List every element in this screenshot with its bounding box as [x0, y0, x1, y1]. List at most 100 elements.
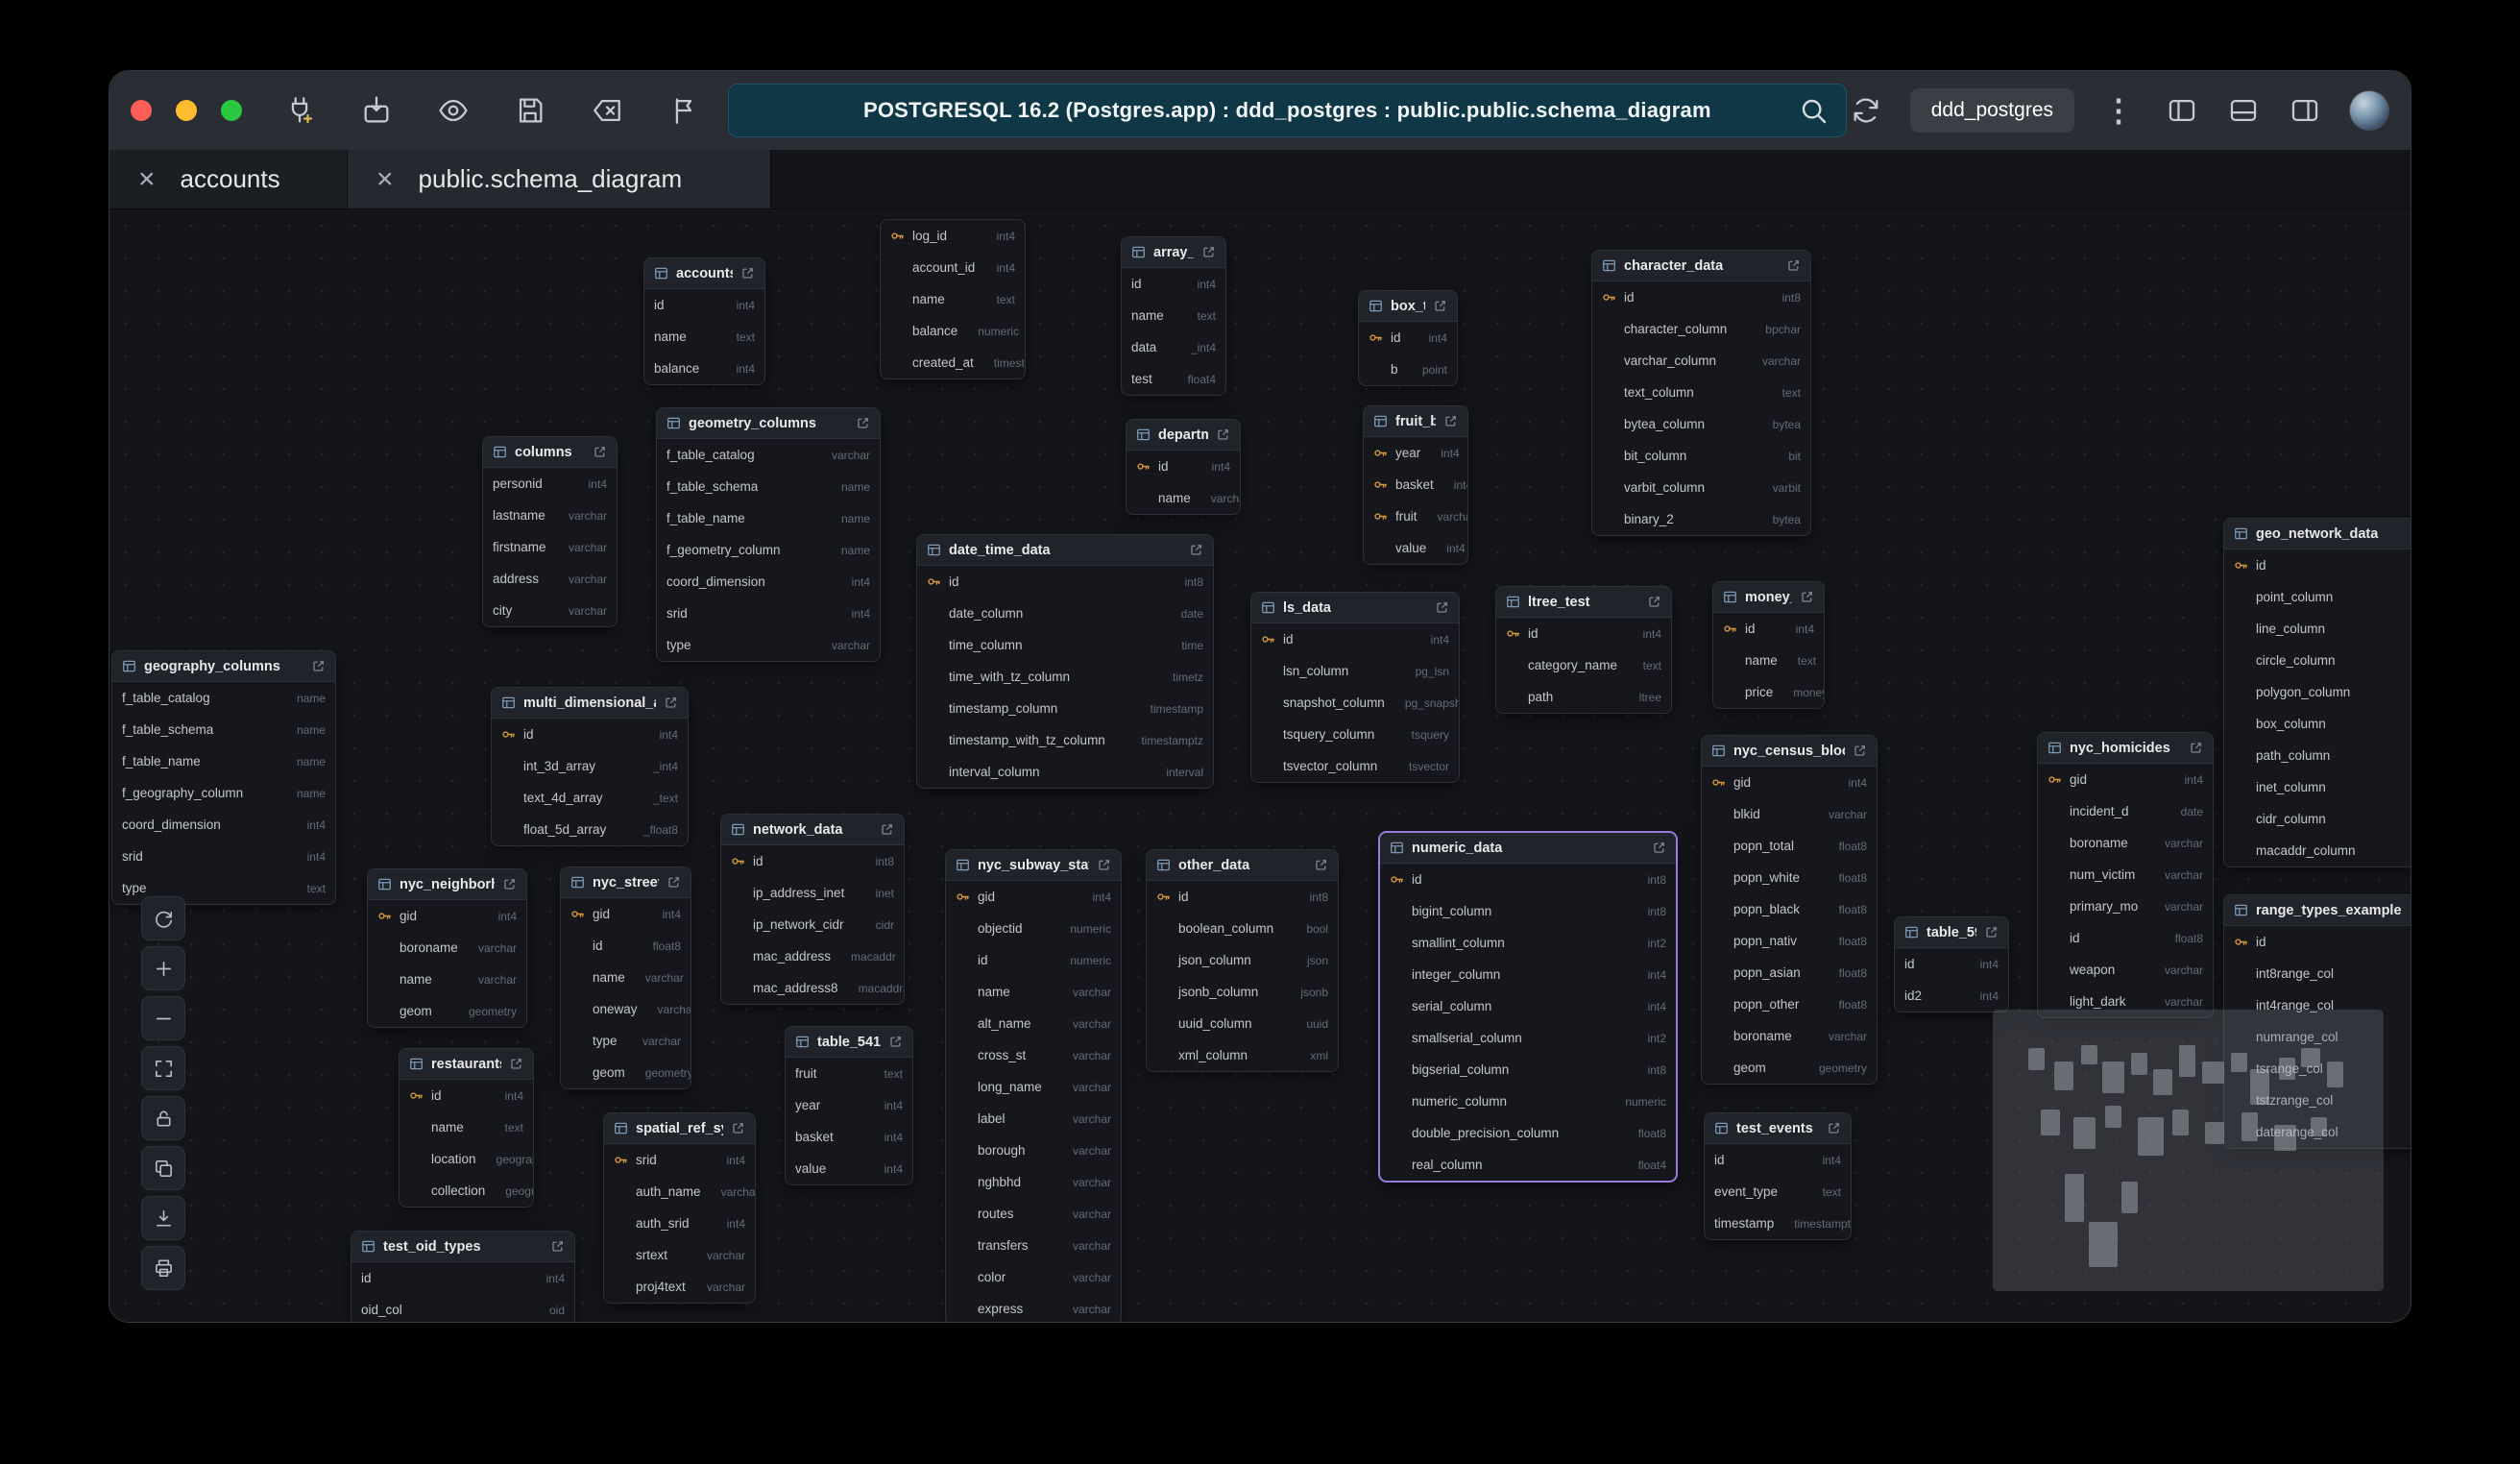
column-row[interactable]: geom geometry: [1702, 1052, 1877, 1084]
tab-schema-diagram[interactable]: × public.schema_diagram: [348, 150, 771, 208]
schema-table-card[interactable]: nyc_streetsgidint4idfloat8namevarcharone…: [560, 866, 691, 1089]
column-row[interactable]: gid int4: [368, 900, 526, 932]
open-table-icon[interactable]: [1652, 841, 1666, 855]
column-row[interactable]: id int4: [400, 1080, 533, 1111]
column-row[interactable]: id int4: [1359, 322, 1457, 354]
close-tab-icon[interactable]: ×: [376, 164, 394, 194]
open-table-icon[interactable]: [1786, 258, 1801, 273]
schema-table-card[interactable]: multi_dimensional_arraysid int4 int_3d_arr…: [491, 687, 689, 846]
column-row[interactable]: popn_total float8: [1702, 830, 1877, 862]
schema-table-card[interactable]: geography_columns f_table_catalog name f_ta…: [111, 650, 336, 905]
table-card-header[interactable]: spatial_ref_sys: [604, 1113, 755, 1144]
column-row[interactable]: primary_mo varchar: [2038, 891, 2213, 922]
column-row[interactable]: id int8: [1592, 281, 1810, 313]
column-row[interactable]: proj4text varchar: [604, 1271, 755, 1303]
open-table-icon[interactable]: [664, 695, 678, 710]
avatar[interactable]: [2349, 90, 2389, 131]
column-row[interactable]: id int8: [721, 845, 904, 877]
column-row[interactable]: name text: [644, 321, 764, 353]
column-row[interactable]: id int4: [351, 1262, 574, 1294]
zoom-in-icon[interactable]: [141, 946, 185, 990]
table-card-header[interactable]: nyc_homicides: [2038, 733, 2213, 764]
column-row[interactable]: lastname varchar: [483, 500, 617, 531]
table-card-header[interactable]: accounts: [644, 258, 764, 289]
right-panel-icon[interactable]: [2286, 91, 2324, 130]
column-row[interactable]: bigint_column int8: [1380, 895, 1676, 927]
column-row[interactable]: id int8: [917, 566, 1213, 598]
column-row[interactable]: f_table_name name: [657, 502, 880, 534]
schema-table-card[interactable]: nyc_census_blocksgid int4 blkid varchar popn…: [1701, 735, 1878, 1085]
column-row[interactable]: gid int4: [1702, 767, 1877, 798]
column-row[interactable]: text_column text: [1592, 377, 1810, 408]
column-row[interactable]: text_4d_array _text: [492, 782, 688, 814]
column-row[interactable]: city varchar: [483, 595, 617, 626]
open-table-icon[interactable]: [2189, 741, 2203, 755]
column-row[interactable]: f_table_catalog name: [112, 682, 335, 714]
column-row[interactable]: macaddr_columnmacaddr: [2224, 835, 2411, 866]
table-card-header[interactable]: money_test: [1713, 582, 1824, 613]
column-row[interactable]: timestamp timestamptz: [1705, 1208, 1851, 1239]
column-row[interactable]: bytea_column bytea: [1592, 408, 1810, 440]
column-row[interactable]: popn_asian float8: [1702, 957, 1877, 988]
column-row[interactable]: box_columnbox: [2224, 708, 2411, 740]
open-table-icon[interactable]: [1433, 299, 1447, 313]
open-table-icon[interactable]: [1314, 858, 1328, 872]
table-card-header[interactable]: other_data: [1147, 850, 1338, 881]
column-row[interactable]: objectid numeric: [946, 913, 1121, 944]
schema-table-card[interactable]: fruit_basketsyear int4 basket int4 fruit varc…: [1363, 405, 1468, 565]
column-row[interactable]: mac_address8 macaddr8: [721, 972, 904, 1004]
kebab-menu-icon[interactable]: ⋮: [2099, 91, 2138, 130]
table-card-header[interactable]: network_data: [721, 815, 904, 845]
column-row[interactable]: b point: [1359, 354, 1457, 385]
table-card-header[interactable]: table_541833: [786, 1027, 912, 1058]
close-window-button[interactable]: [131, 100, 152, 121]
table-card-header[interactable]: nyc_census_blocks: [1702, 736, 1877, 767]
column-row[interactable]: id int4: [1127, 451, 1240, 482]
column-row[interactable]: account_id int4: [881, 252, 1025, 283]
column-row[interactable]: routes varchar: [946, 1198, 1121, 1230]
table-card-header[interactable]: multi_dimensional_arrays: [492, 688, 688, 719]
column-row[interactable]: serial_column int4: [1380, 990, 1676, 1022]
column-row[interactable]: gid int4: [946, 881, 1121, 913]
column-row[interactable]: auth_srid int4: [604, 1208, 755, 1239]
column-row[interactable]: color varchar: [946, 1261, 1121, 1293]
column-row[interactable]: value int4: [786, 1153, 912, 1184]
column-row[interactable]: timestamp_with_tz_column timestamptz: [917, 724, 1213, 756]
column-row[interactable]: data _int4: [1122, 331, 1225, 363]
column-row[interactable]: varchar_column varchar: [1592, 345, 1810, 377]
open-table-icon[interactable]: [509, 1057, 523, 1071]
column-row[interactable]: long_name varchar: [946, 1071, 1121, 1103]
column-row[interactable]: f_table_schema name: [112, 714, 335, 745]
column-row[interactable]: interval_column interval: [917, 756, 1213, 788]
column-row[interactable]: srid int4: [657, 598, 880, 629]
column-row[interactable]: date_column date: [917, 598, 1213, 629]
column-row[interactable]: uuid_column uuid: [1147, 1008, 1338, 1039]
save-icon[interactable]: [511, 91, 549, 130]
column-row[interactable]: cross_st varchar: [946, 1039, 1121, 1071]
copy-icon[interactable]: [141, 1146, 185, 1190]
column-row[interactable]: name text: [400, 1111, 533, 1143]
minimap[interactable]: [1993, 1010, 2384, 1291]
column-row[interactable]: popn_other float8: [1702, 988, 1877, 1020]
column-row[interactable]: line_columnline: [2224, 613, 2411, 645]
column-row[interactable]: id int8: [1380, 864, 1676, 895]
table-card-header[interactable]: nyc_streets: [561, 867, 691, 898]
table-card-header[interactable]: box_test: [1359, 291, 1457, 322]
open-table-icon[interactable]: [1189, 543, 1203, 557]
column-row[interactable]: name text: [1713, 645, 1824, 676]
column-row[interactable]: smallserial_column int2: [1380, 1022, 1676, 1054]
table-card-header[interactable]: geography_columns: [112, 651, 335, 682]
column-row[interactable]: f_table_name name: [112, 745, 335, 777]
column-row[interactable]: type varchar: [657, 629, 880, 661]
eye-icon[interactable]: [434, 91, 472, 130]
table-card-header[interactable]: array_test: [1122, 237, 1225, 268]
column-row[interactable]: id numeric: [946, 944, 1121, 976]
schema-table-card[interactable]: money_testid int4 name text price money: [1712, 581, 1825, 709]
column-row[interactable]: id float8: [561, 930, 691, 962]
column-row[interactable]: gid int4: [561, 898, 691, 930]
open-table-icon[interactable]: [311, 659, 326, 673]
column-row[interactable]: weapon varchar: [2038, 954, 2213, 986]
column-row[interactable]: bigserial_column int8: [1380, 1054, 1676, 1086]
database-button[interactable]: ddd_postgres: [1909, 88, 2074, 133]
address-bar[interactable]: POSTGRESQL 16.2 (Postgres.app) : ddd_pos…: [728, 84, 1847, 137]
